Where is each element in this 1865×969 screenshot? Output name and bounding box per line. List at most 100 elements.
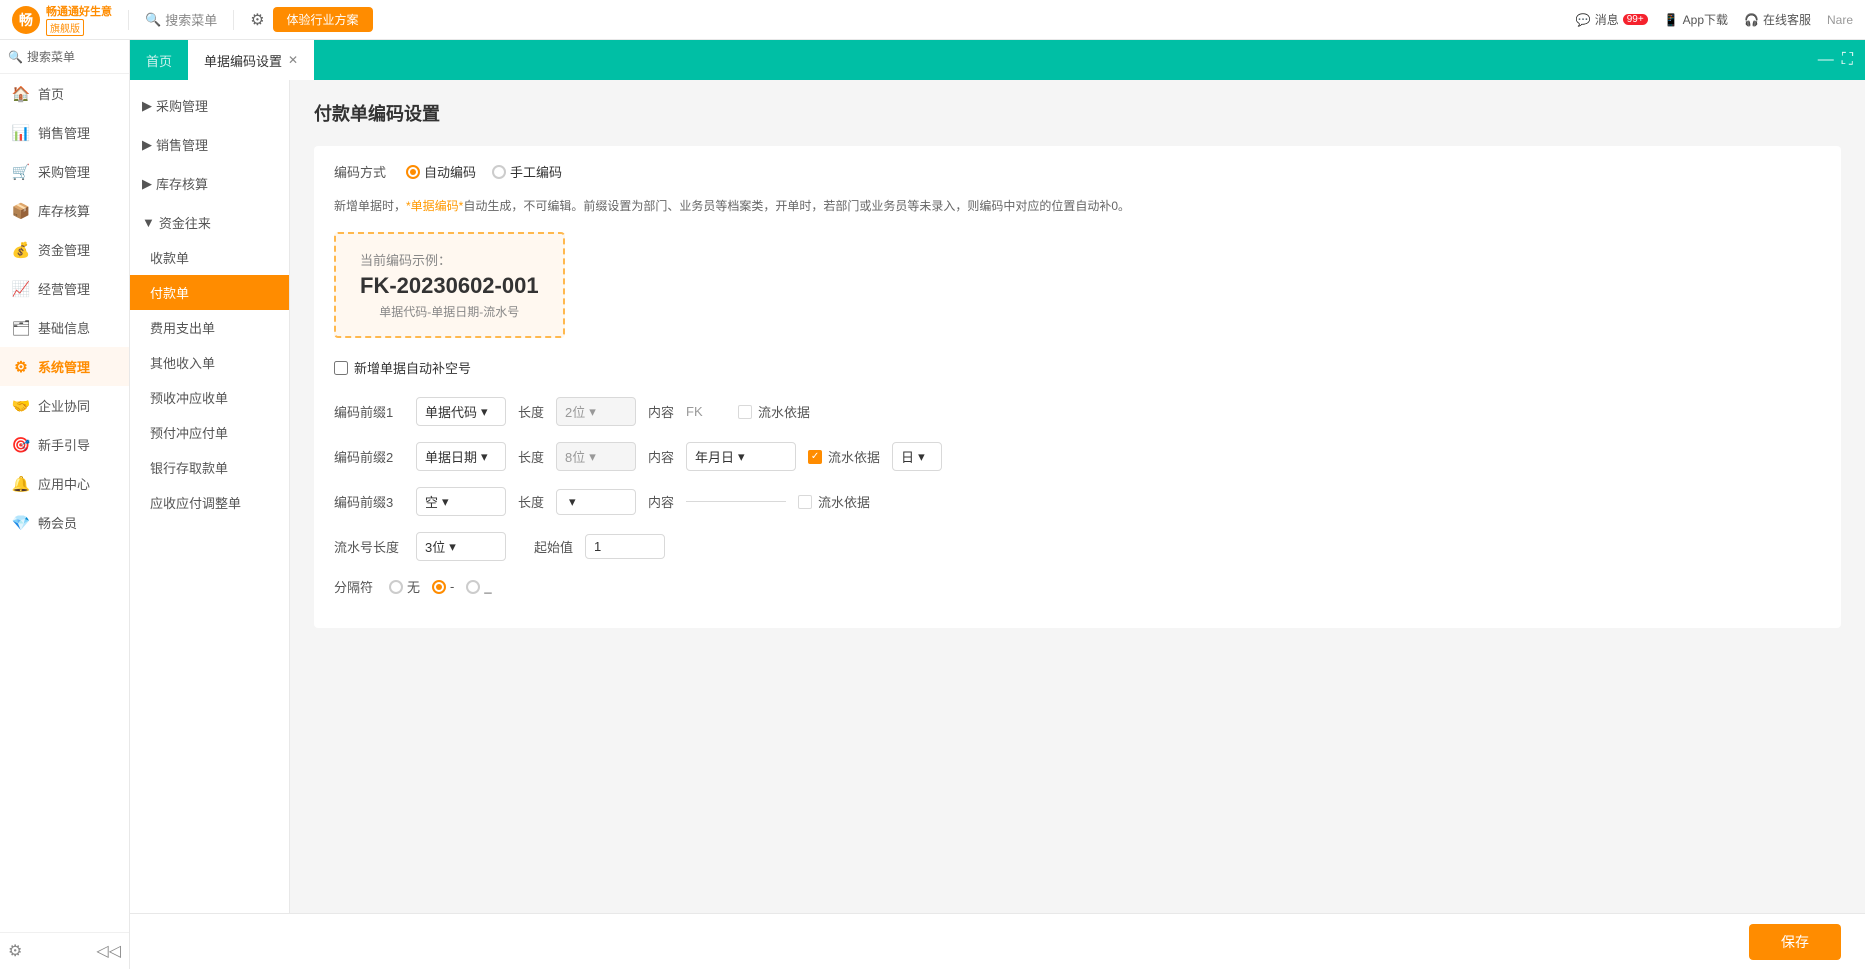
- prefix1-length-chevron-icon: ▾: [589, 404, 596, 420]
- separator-label: 分隔符: [334, 577, 373, 596]
- user-info[interactable]: Nare: [1827, 13, 1853, 27]
- tabs-minimize-icon[interactable]: —: [1818, 51, 1834, 69]
- sep-dot-circle: [432, 580, 446, 594]
- tab-encoding-settings[interactable]: 单据编码设置 ✕: [188, 40, 314, 80]
- sub-sidebar-item-bank[interactable]: 银行存取款单: [130, 450, 289, 485]
- sidebar-item-guide[interactable]: 🎯 新手引导: [0, 425, 129, 464]
- sub-sidebar-item-receipt[interactable]: 收款单: [130, 240, 289, 275]
- sep-dot-radio[interactable]: -: [432, 579, 454, 594]
- sub-sidebar-item-other-income[interactable]: 其他收入单: [130, 345, 289, 380]
- prefix2-day-select[interactable]: 日 ▾: [892, 442, 942, 471]
- prefix2-row: 编码前缀2 单据日期 ▾ 长度 8位 ▾ 内容 年月日: [334, 442, 1821, 471]
- content-area: ▶ 采购管理 ▶ 销售管理 ▶ 库存核算: [130, 80, 1865, 913]
- sidebar-item-enterprise[interactable]: 🤝 企业协同: [0, 386, 129, 425]
- prefix3-serial-checkbox[interactable]: 流水依据: [798, 492, 870, 511]
- prefix3-label: 编码前缀3: [334, 492, 404, 511]
- prefix1-content-value: FK: [686, 404, 726, 419]
- message-button[interactable]: 💬 消息 99+: [1576, 11, 1648, 28]
- sidebar-item-sales[interactable]: 📊 销售管理: [0, 113, 129, 152]
- encoding-method-row: 编码方式 自动编码 手工编码: [334, 162, 1821, 181]
- sub-sidebar-title-sales[interactable]: ▶ 销售管理: [130, 127, 289, 162]
- sub-sidebar-item-prepay-ar[interactable]: 预收冲应收单: [130, 380, 289, 415]
- sidebar-item-member[interactable]: 💎 畅会员: [0, 503, 129, 542]
- serial-length-label: 流水号长度: [334, 537, 404, 556]
- sep-none-radio[interactable]: 无: [389, 577, 420, 596]
- trial-button[interactable]: 体验行业方案: [273, 7, 373, 32]
- settings-icon[interactable]: ⚙: [250, 10, 264, 30]
- start-value-label: 起始值: [534, 537, 573, 556]
- guide-icon: 🎯: [12, 436, 30, 454]
- sub-sidebar-item-ar-ap-adjust[interactable]: 应收应付调整单: [130, 485, 289, 520]
- sub-sidebar-title-funds[interactable]: ▼ 资金往来: [130, 205, 289, 240]
- search-icon-sidebar: 🔍: [8, 50, 23, 64]
- autofill-checkbox[interactable]: [334, 361, 348, 375]
- message-icon: 💬: [1576, 13, 1591, 27]
- sub-sidebar-title-inventory[interactable]: ▶ 库存核算: [130, 166, 289, 201]
- sidebar-bottom: ⚙ ◁◁: [0, 932, 129, 969]
- page-title: 付款单编码设置: [314, 100, 1841, 126]
- online-service-button[interactable]: 🎧 在线客服: [1744, 11, 1811, 28]
- sidebar-item-home[interactable]: 🏠 首页: [0, 74, 129, 113]
- enterprise-icon: 🤝: [12, 397, 30, 415]
- chevron-purchase-icon: ▶: [142, 98, 152, 114]
- chevron-inventory-icon: ▶: [142, 176, 152, 192]
- service-icon: 🎧: [1744, 13, 1759, 27]
- sub-sidebar-group-purchase: ▶ 采购管理: [130, 88, 289, 123]
- sidebar-item-operation[interactable]: 📈 经营管理: [0, 269, 129, 308]
- search-menu-area[interactable]: 🔍 搜索菜单: [145, 10, 217, 29]
- prefix2-serial-checkbox[interactable]: ✓ 流水依据: [808, 447, 880, 466]
- main-content: 付款单编码设置 编码方式 自动编码 手工编码: [290, 80, 1865, 913]
- prefix2-select[interactable]: 单据日期 ▾: [416, 442, 506, 471]
- encoding-radio-group: 自动编码 手工编码: [406, 162, 562, 181]
- start-value-input[interactable]: [585, 534, 665, 559]
- topbar: 畅 畅通通好生意 旗舰版 🔍 搜索菜单 ⚙ 体验行业方案 💬 消息 99+ 📱 …: [0, 0, 1865, 40]
- settings-bottom-icon[interactable]: ⚙: [8, 941, 22, 961]
- auto-encode-radio[interactable]: 自动编码: [406, 162, 476, 181]
- sidebar-search[interactable]: 🔍 搜索菜单: [0, 40, 129, 74]
- save-button[interactable]: 保存: [1749, 924, 1841, 960]
- encoding-section: 编码方式 自动编码 手工编码: [314, 146, 1841, 628]
- sep-none-circle: [389, 580, 403, 594]
- serial-length-select[interactable]: 3位 ▾: [416, 532, 506, 561]
- collapse-icon[interactable]: ◁◁: [96, 941, 121, 961]
- finance-icon: 💰: [12, 241, 30, 259]
- tab-close-icon[interactable]: ✕: [288, 53, 298, 67]
- tabs-expand-icon[interactable]: ⛶: [1842, 51, 1853, 69]
- app-download-button[interactable]: 📱 App下载: [1664, 11, 1728, 28]
- sub-sidebar-item-expense[interactable]: 费用支出单: [130, 310, 289, 345]
- logo-icon: 畅: [12, 6, 40, 34]
- prefix3-select[interactable]: 空 ▾: [416, 487, 506, 516]
- sidebar-item-finance[interactable]: 💰 资金管理: [0, 230, 129, 269]
- sidebar-item-app-center[interactable]: 🔔 应用中心: [0, 464, 129, 503]
- purchase-icon: 🛒: [12, 163, 30, 181]
- serial-length-chevron-icon: ▾: [449, 539, 456, 555]
- prefix2-content-label: 内容: [648, 447, 674, 466]
- sidebar-nav: 🏠 首页 📊 销售管理 🛒 采购管理 📦 库存核算 💰 资金管理 📈 经: [0, 74, 129, 932]
- sidebar-item-system[interactable]: ⚙ 系统管理: [0, 347, 129, 386]
- prefix2-length-chevron-icon: ▾: [589, 449, 596, 465]
- prefix3-length-select[interactable]: ▾: [556, 489, 636, 515]
- sidebar-item-basic-info[interactable]: 🗂 基础信息: [0, 308, 129, 347]
- sub-sidebar-group-funds: ▼ 资金往来 收款单 付款单 费用支出单 其他收入单 预收冲应收单 预付冲应付单…: [130, 205, 289, 520]
- main-layout: 🔍 搜索菜单 🏠 首页 📊 销售管理 🛒 采购管理 📦 库存核算 💰: [0, 40, 1865, 969]
- app-center-icon: 🔔: [12, 475, 30, 493]
- sidebar-item-inventory[interactable]: 📦 库存核算: [0, 191, 129, 230]
- preview-box: 当前编码示例： FK-20230602-001 单据代码-单据日期-流水号: [334, 232, 565, 338]
- separator-row: 分隔符 无 - _: [334, 577, 1821, 596]
- auto-encode-radio-circle: [406, 165, 420, 179]
- prefix1-serial-checkbox[interactable]: 流水依据: [738, 402, 810, 421]
- sub-sidebar-item-prepay-ap[interactable]: 预付冲应付单: [130, 415, 289, 450]
- prefix2-content-select[interactable]: 年月日 ▾: [686, 442, 796, 471]
- logo-text: 畅通通好生意 旗舰版: [46, 3, 112, 36]
- sidebar-item-purchase[interactable]: 🛒 采购管理: [0, 152, 129, 191]
- sub-sidebar-title-purchase[interactable]: ▶ 采购管理: [130, 88, 289, 123]
- sub-sidebar-item-payment[interactable]: 付款单: [130, 275, 289, 310]
- sep-dot2-radio[interactable]: _: [466, 579, 491, 594]
- manual-encode-radio[interactable]: 手工编码: [492, 162, 562, 181]
- prefix1-length-select[interactable]: 2位 ▾: [556, 397, 636, 426]
- prefix3-content-value: [686, 501, 786, 502]
- prefix1-select[interactable]: 单据代码 ▾: [416, 397, 506, 426]
- prefix1-serial-box: [738, 405, 752, 419]
- prefix2-length-select[interactable]: 8位 ▾: [556, 442, 636, 471]
- tab-home[interactable]: 首页: [130, 40, 188, 80]
